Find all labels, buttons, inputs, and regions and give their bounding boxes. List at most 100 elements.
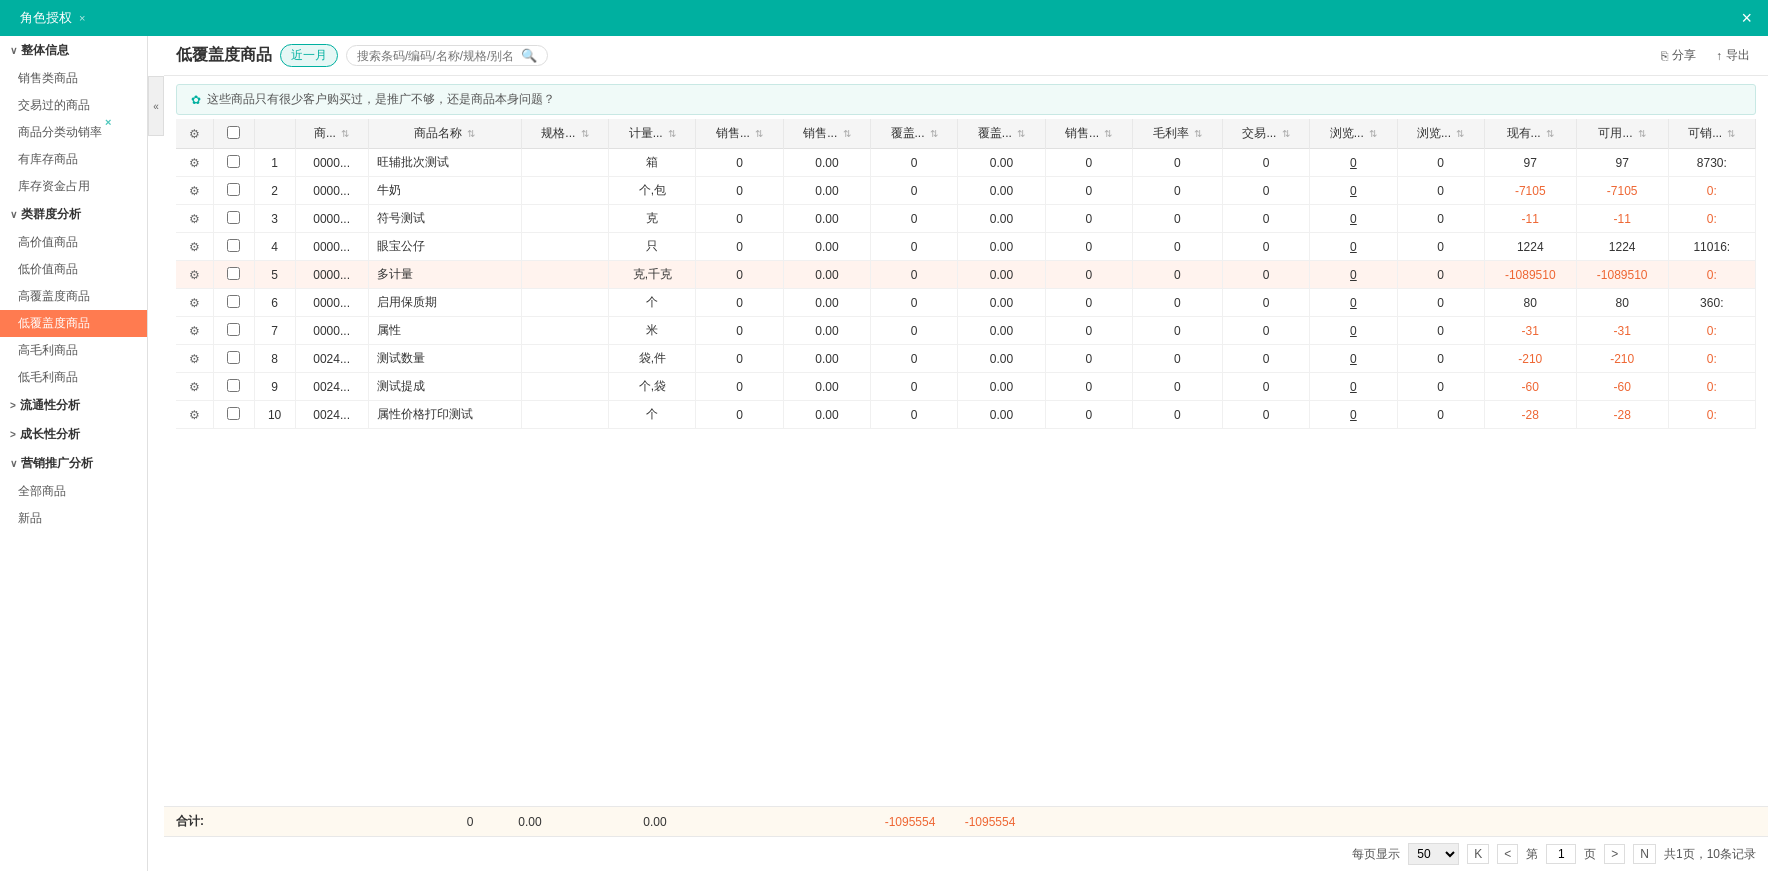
select-all-checkbox[interactable] — [227, 126, 240, 139]
row-browse1[interactable]: 0 — [1310, 177, 1397, 205]
row-unit: 箱 — [609, 149, 696, 177]
nav-tab-close-商品分析[interactable]: × — [76, 90, 85, 102]
col-browse1[interactable]: 浏览... ⇅ — [1310, 119, 1397, 149]
row-check[interactable] — [213, 289, 254, 317]
share-button[interactable]: ⎘ 分享 — [1655, 45, 1702, 66]
sidebar-item-商品分类动销率[interactable]: 商品分类动销率 — [0, 119, 147, 146]
row-gear[interactable]: ⚙ — [176, 345, 213, 373]
col-check[interactable] — [213, 119, 254, 149]
row-checkbox[interactable] — [227, 295, 240, 308]
row-browse1[interactable]: 0 — [1310, 289, 1397, 317]
sidebar-item-高毛利商品[interactable]: 高毛利商品 — [0, 337, 147, 364]
col-avail[interactable]: 可用... ⇅ — [1576, 119, 1668, 149]
row-check[interactable] — [213, 177, 254, 205]
row-browse1[interactable]: 0 — [1310, 233, 1397, 261]
sidebar-item-交易过的商品[interactable]: 交易过的商品 — [0, 92, 147, 119]
row-gross: 0 — [1132, 205, 1222, 233]
col-cover-amt[interactable]: 覆盖... ⇅ — [958, 119, 1045, 149]
sidebar-item-低覆盖度商品[interactable]: 低覆盖度商品 — [0, 310, 147, 337]
sidebar-item-库存资金占用[interactable]: 库存资金占用 — [0, 173, 147, 200]
sidebar-item-高覆盖度商品[interactable]: 高覆盖度商品 — [0, 283, 147, 310]
row-check[interactable] — [213, 149, 254, 177]
sidebar-item-全部商品[interactable]: 全部商品 — [0, 478, 147, 505]
per-page-select[interactable]: 2050100 — [1408, 843, 1459, 865]
row-gear[interactable]: ⚙ — [176, 177, 213, 205]
col-name[interactable]: 商品名称 ⇅ — [368, 119, 521, 149]
sidebar-section-整体信息[interactable]: ∨整体信息 — [0, 36, 147, 65]
row-check[interactable] — [213, 373, 254, 401]
row-check[interactable] — [213, 233, 254, 261]
sidebar-collapse-button[interactable]: « — [148, 76, 164, 136]
row-checkbox[interactable] — [227, 239, 240, 252]
export-button[interactable]: ↑ 导出 — [1710, 45, 1756, 66]
window-close-button[interactable]: × — [1733, 8, 1760, 29]
sidebar-item-高价值商品[interactable]: 高价值商品 — [0, 229, 147, 256]
nav-tab-close-商品分析列表[interactable]: × — [102, 116, 111, 128]
row-check[interactable] — [213, 261, 254, 289]
row-browse1[interactable]: 0 — [1310, 261, 1397, 289]
col-gross[interactable]: 毛利率 ⇅ — [1132, 119, 1222, 149]
row-check[interactable] — [213, 317, 254, 345]
col-sales-qty[interactable]: 销售... ⇅ — [696, 119, 783, 149]
row-gear[interactable]: ⚙ — [176, 149, 213, 177]
sidebar-section-流通性分析[interactable]: >流通性分析 — [0, 391, 147, 420]
col-saleable[interactable]: 可销... ⇅ — [1668, 119, 1755, 149]
page-number-input[interactable] — [1546, 844, 1576, 864]
col-stock[interactable]: 现有... ⇅ — [1484, 119, 1576, 149]
col-spec[interactable]: 规格... ⇅ — [521, 119, 608, 149]
sidebar-item-销售类商品[interactable]: 销售类商品 — [0, 65, 147, 92]
row-browse1[interactable]: 0 — [1310, 205, 1397, 233]
search-input[interactable] — [357, 49, 517, 63]
row-gear[interactable]: ⚙ — [176, 261, 213, 289]
sidebar-item-有库存商品[interactable]: 有库存商品 — [0, 146, 147, 173]
col-browse2[interactable]: 浏览... ⇅ — [1397, 119, 1484, 149]
sidebar-item-低毛利商品[interactable]: 低毛利商品 — [0, 364, 147, 391]
row-gross: 0 — [1132, 233, 1222, 261]
row-gear[interactable]: ⚙ — [176, 317, 213, 345]
col-sales-cnt[interactable]: 销售... ⇅ — [1045, 119, 1132, 149]
row-browse1[interactable]: 0 — [1310, 149, 1397, 177]
row-checkbox[interactable] — [227, 155, 240, 168]
row-browse1[interactable]: 0 — [1310, 401, 1397, 429]
col-code[interactable]: 商... ⇅ — [295, 119, 368, 149]
prev-page-button[interactable]: < — [1497, 844, 1518, 864]
col-cover-qty[interactable]: 覆盖... ⇅ — [871, 119, 958, 149]
first-page-button[interactable]: K — [1467, 844, 1489, 864]
row-check[interactable] — [213, 205, 254, 233]
row-checkbox[interactable] — [227, 351, 240, 364]
row-check[interactable] — [213, 401, 254, 429]
row-checkbox[interactable] — [227, 211, 240, 224]
col-trans[interactable]: 交易... ⇅ — [1222, 119, 1309, 149]
nav-tab-close-产成品入库单[interactable]: × — [102, 38, 111, 50]
sidebar-section-类群度分析[interactable]: ∨类群度分析 — [0, 200, 147, 229]
col-sales-amt[interactable]: 销售... ⇅ — [783, 119, 870, 149]
sidebar-section-营销推广分析[interactable]: ∨营销推广分析 — [0, 449, 147, 478]
row-check[interactable] — [213, 345, 254, 373]
sidebar-item-低价值商品[interactable]: 低价值商品 — [0, 256, 147, 283]
row-cover-amt: 0.00 — [958, 205, 1045, 233]
row-checkbox[interactable] — [227, 379, 240, 392]
row-gear[interactable]: ⚙ — [176, 205, 213, 233]
nav-tab-close-单据模板设置[interactable]: × — [102, 64, 111, 76]
row-browse2: 0 — [1397, 233, 1484, 261]
nav-tab-close-角色授权[interactable]: × — [76, 12, 85, 24]
row-browse1[interactable]: 0 — [1310, 345, 1397, 373]
row-gear[interactable]: ⚙ — [176, 233, 213, 261]
col-gear[interactable]: ⚙ — [176, 119, 213, 149]
sidebar-item-新品[interactable]: 新品 — [0, 505, 147, 532]
next-page-button[interactable]: > — [1604, 844, 1625, 864]
row-gear[interactable]: ⚙ — [176, 373, 213, 401]
nav-tab-角色授权[interactable]: 角色授权 × — [8, 5, 123, 31]
row-checkbox[interactable] — [227, 323, 240, 336]
sidebar-section-成长性分析[interactable]: >成长性分析 — [0, 420, 147, 449]
row-checkbox[interactable] — [227, 267, 240, 280]
row-checkbox[interactable] — [227, 183, 240, 196]
col-unit[interactable]: 计量... ⇅ — [609, 119, 696, 149]
last-page-button[interactable]: N — [1633, 844, 1656, 864]
row-browse1[interactable]: 0 — [1310, 373, 1397, 401]
row-gear[interactable]: ⚙ — [176, 289, 213, 317]
row-browse1[interactable]: 0 — [1310, 317, 1397, 345]
row-gear[interactable]: ⚙ — [176, 401, 213, 429]
date-filter-button[interactable]: 近一月 — [280, 44, 338, 67]
row-checkbox[interactable] — [227, 407, 240, 420]
